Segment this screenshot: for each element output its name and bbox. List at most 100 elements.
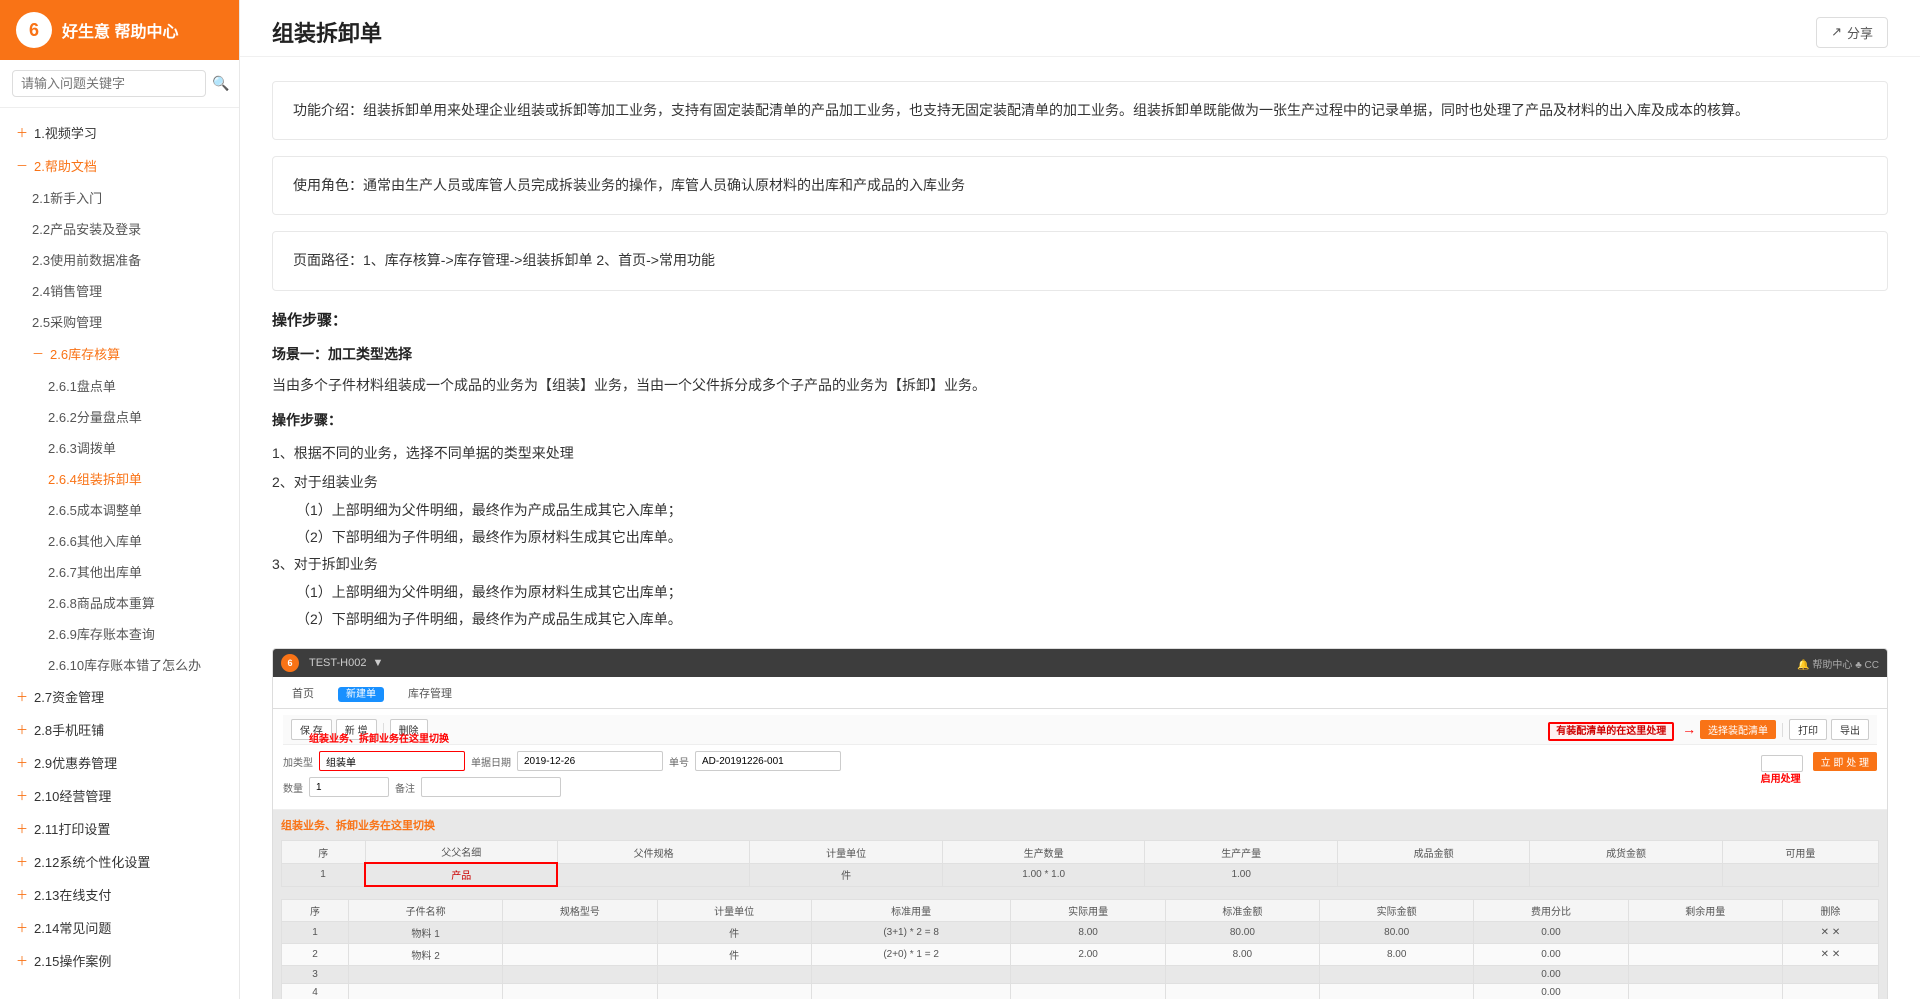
mock-toolbar: 保 存 新 增 删除 有装配清单的在这里处理 → 选择装配清单	[283, 715, 1877, 745]
nav-label: 2.10经营管理	[34, 786, 111, 805]
qty-input[interactable]	[309, 777, 389, 797]
sidebar-item-2.6.9[interactable]: 2.6.9库存账本查询	[0, 618, 239, 649]
annotation3-text: 启用处理	[1761, 774, 1801, 785]
upper-table-title: 组装业务、拆卸业务在这里切换	[281, 814, 435, 836]
sidebar-header: 6 好生意 帮助中心	[0, 0, 239, 60]
sidebar-item-2.6.3[interactable]: 2.6.3调拨单	[0, 432, 239, 463]
th-subspec: 规格型号	[503, 900, 657, 922]
sidebar-item-2.6.8[interactable]: 2.6.8商品成本重算	[0, 587, 239, 618]
nav-label: 2.9优惠券管理	[34, 753, 117, 772]
share-button[interactable]: ↗ 分享	[1816, 17, 1888, 48]
step-2-sub1: （1）上部明细为父件明细，最终作为产成品生成其它入库单；	[296, 497, 1888, 524]
date-label: 单据日期	[471, 754, 511, 769]
table-row: 2 物料 2 件 (2+0) * 1 = 2 2.00 8.00 8.00 0.…	[282, 944, 1879, 966]
th-del: 删除	[1782, 900, 1878, 922]
th-cost-pct: 费用分比	[1474, 900, 1628, 922]
lower-table: 序 子件名称 规格型号 计量单位 标准用量 实际用量 标准金额 实际金额 费用分…	[281, 899, 1879, 999]
main-content: 组装拆卸单 ↗ 分享 功能介绍：组装拆卸单用来处理企业组装或拆卸等加工业务，支持…	[240, 0, 1920, 999]
upper-table: 序 父父名细 父件规格 计量单位 生产数量 生产产量 成品金额 成货金额 可用量	[281, 840, 1879, 887]
sidebar-item-2.4[interactable]: 2.4销售管理	[0, 275, 239, 306]
search-icon[interactable]: 🔍	[212, 75, 229, 92]
sidebar-item-2.7[interactable]: ＋ 2.7资金管理	[0, 680, 239, 713]
expand-icon: ＋	[16, 820, 28, 837]
nav-label: 2.8手机旺铺	[34, 720, 104, 739]
sidebar-item-2.6.2[interactable]: 2.6.2分量盘点单	[0, 401, 239, 432]
mock-app: 6 TEST-H002 ▼ 🔔 帮助中心 ♣ CC 首页 新建单 库存管理	[273, 649, 1887, 999]
annotation3-label: 启用处理	[1761, 769, 1801, 785]
step-3: 3、对于拆卸业务	[272, 551, 1888, 578]
th-avail: 可用量	[1722, 841, 1878, 864]
sidebar-item-2.8[interactable]: ＋ 2.8手机旺铺	[0, 713, 239, 746]
expand-icon: ＋	[16, 919, 28, 936]
sidebar-item-2.11[interactable]: ＋ 2.11打印设置	[0, 812, 239, 845]
step-1: 1、根据不同的业务，选择不同单据的类型来处理	[272, 440, 1888, 467]
app-title: 好生意 帮助中心	[62, 18, 178, 42]
th-act-qty: 实际用量	[1011, 900, 1165, 922]
sidebar-item-2.12[interactable]: ＋ 2.12系统个性化设置	[0, 845, 239, 878]
expand-icon: ＋	[16, 853, 28, 870]
mock-tab-inventory[interactable]: 库存管理	[397, 680, 463, 706]
sidebar-item-2.6.5[interactable]: 2.6.5成本调整单	[0, 494, 239, 525]
mock-dropdown-arrow: ▼	[372, 657, 383, 669]
orderno-input[interactable]	[695, 751, 841, 771]
sidebar-item-2.13[interactable]: ＋ 2.13在线支付	[0, 878, 239, 911]
step-2: 2、对于组装业务	[272, 469, 1888, 496]
nav-label: 2.15操作案例	[34, 951, 111, 970]
annotation3-area: 启用处理	[1761, 753, 1807, 769]
share-icon: ↗	[1831, 24, 1842, 40]
content-area: 功能介绍：组装拆卸单用来处理企业组装或拆卸等加工业务，支持有固定装配清单的产品加…	[240, 57, 1920, 999]
mock-btn-print[interactable]: 打印	[1789, 719, 1827, 740]
ops-steps-title: 操作步骤：	[272, 410, 1888, 430]
sidebar: 6 好生意 帮助中心 🔍 ＋ 1.视频学习 － 2.帮助文档 2.1新手入门 2…	[0, 0, 240, 999]
table-row: 1 产品 件 1.00 * 1.0 1.00	[282, 863, 1879, 886]
th-name: 父父名细	[365, 841, 557, 864]
search-input[interactable]	[12, 70, 206, 97]
mock-btn-export[interactable]: 导出	[1831, 719, 1869, 740]
step-list: 1、根据不同的业务，选择不同单据的类型来处理 2、对于组装业务 （1）上部明细为…	[272, 440, 1888, 632]
th-spec: 父件规格	[557, 841, 749, 864]
sidebar-item-2.6.10[interactable]: 2.6.10库存账本错了怎么办	[0, 649, 239, 680]
sidebar-item-2.1[interactable]: 2.1新手入门	[0, 182, 239, 213]
sidebar-item-docs[interactable]: － 2.帮助文档	[0, 149, 239, 182]
mock-form-area: 保 存 新 增 删除 有装配清单的在这里处理 → 选择装配清单	[273, 709, 1887, 810]
type-input[interactable]	[319, 751, 465, 771]
th-prod-qty: 生产数量	[942, 841, 1145, 864]
th-prod-out: 生产产量	[1145, 841, 1337, 864]
th-subname: 子件名称	[348, 900, 502, 922]
sidebar-item-2.3[interactable]: 2.3使用前数据准备	[0, 244, 239, 275]
mock-btn-confirm[interactable]: 立 即 处 理	[1813, 752, 1877, 771]
mock-tab-home[interactable]: 首页	[281, 680, 325, 706]
sidebar-item-2.2[interactable]: 2.2产品安装及登录	[0, 213, 239, 244]
sidebar-item-2.14[interactable]: ＋ 2.14常见问题	[0, 911, 239, 944]
sidebar-item-2.6.6[interactable]: 2.6.6其他入库单	[0, 525, 239, 556]
date-input[interactable]	[517, 751, 663, 771]
remark-input[interactable]	[421, 777, 561, 797]
mock-logo: 6	[281, 654, 299, 672]
expand-icon: ＋	[16, 787, 28, 804]
sidebar-item-2.10[interactable]: ＋ 2.10经营管理	[0, 779, 239, 812]
mock-form-row2: 数量 备注	[283, 777, 1877, 797]
th-cost-amount: 成货金额	[1530, 841, 1722, 864]
expand-icon: ＋	[16, 886, 28, 903]
sidebar-item-2.6.4[interactable]: 2.6.4组装拆卸单	[0, 463, 239, 494]
sidebar-item-videos[interactable]: ＋ 1.视频学习	[0, 116, 239, 149]
screenshot-container: 6 TEST-H002 ▼ 🔔 帮助中心 ♣ CC 首页 新建单 库存管理	[272, 648, 1888, 999]
mock-btn-config[interactable]: 选择装配清单	[1700, 720, 1776, 739]
th-seq2: 序	[282, 900, 349, 922]
scenario1-title: 场景一：加工类型选择	[272, 344, 1888, 364]
orderno-label: 单号	[669, 754, 689, 769]
nav-label: 1.视频学习	[34, 123, 97, 142]
step-2-sub2: （2）下部明细为子件明细，最终作为原材料生成其它出库单。	[296, 524, 1888, 551]
search-box: 🔍	[0, 60, 239, 108]
sidebar-item-2.6.1[interactable]: 2.6.1盘点单	[0, 370, 239, 401]
th-std-amt: 标准金额	[1165, 900, 1319, 922]
sidebar-item-2.9[interactable]: ＋ 2.9优惠券管理	[0, 746, 239, 779]
intro-block-1: 功能介绍：组装拆卸单用来处理企业组装或拆卸等加工业务，支持有固定装配清单的产品加…	[272, 81, 1888, 140]
mock-tab-new[interactable]: 新建单	[327, 680, 395, 705]
sidebar-item-2.6[interactable]: － 2.6库存核算	[0, 337, 239, 370]
sidebar-item-2.6.7[interactable]: 2.6.7其他出库单	[0, 556, 239, 587]
sidebar-item-2.15[interactable]: ＋ 2.15操作案例	[0, 944, 239, 977]
annotation2-text: 组装业务、拆卸业务在这里切换	[309, 734, 449, 745]
sidebar-item-2.5[interactable]: 2.5采购管理	[0, 306, 239, 337]
intro-text-1: 功能介绍：组装拆卸单用来处理企业组装或拆卸等加工业务，支持有固定装配清单的产品加…	[293, 98, 1867, 123]
